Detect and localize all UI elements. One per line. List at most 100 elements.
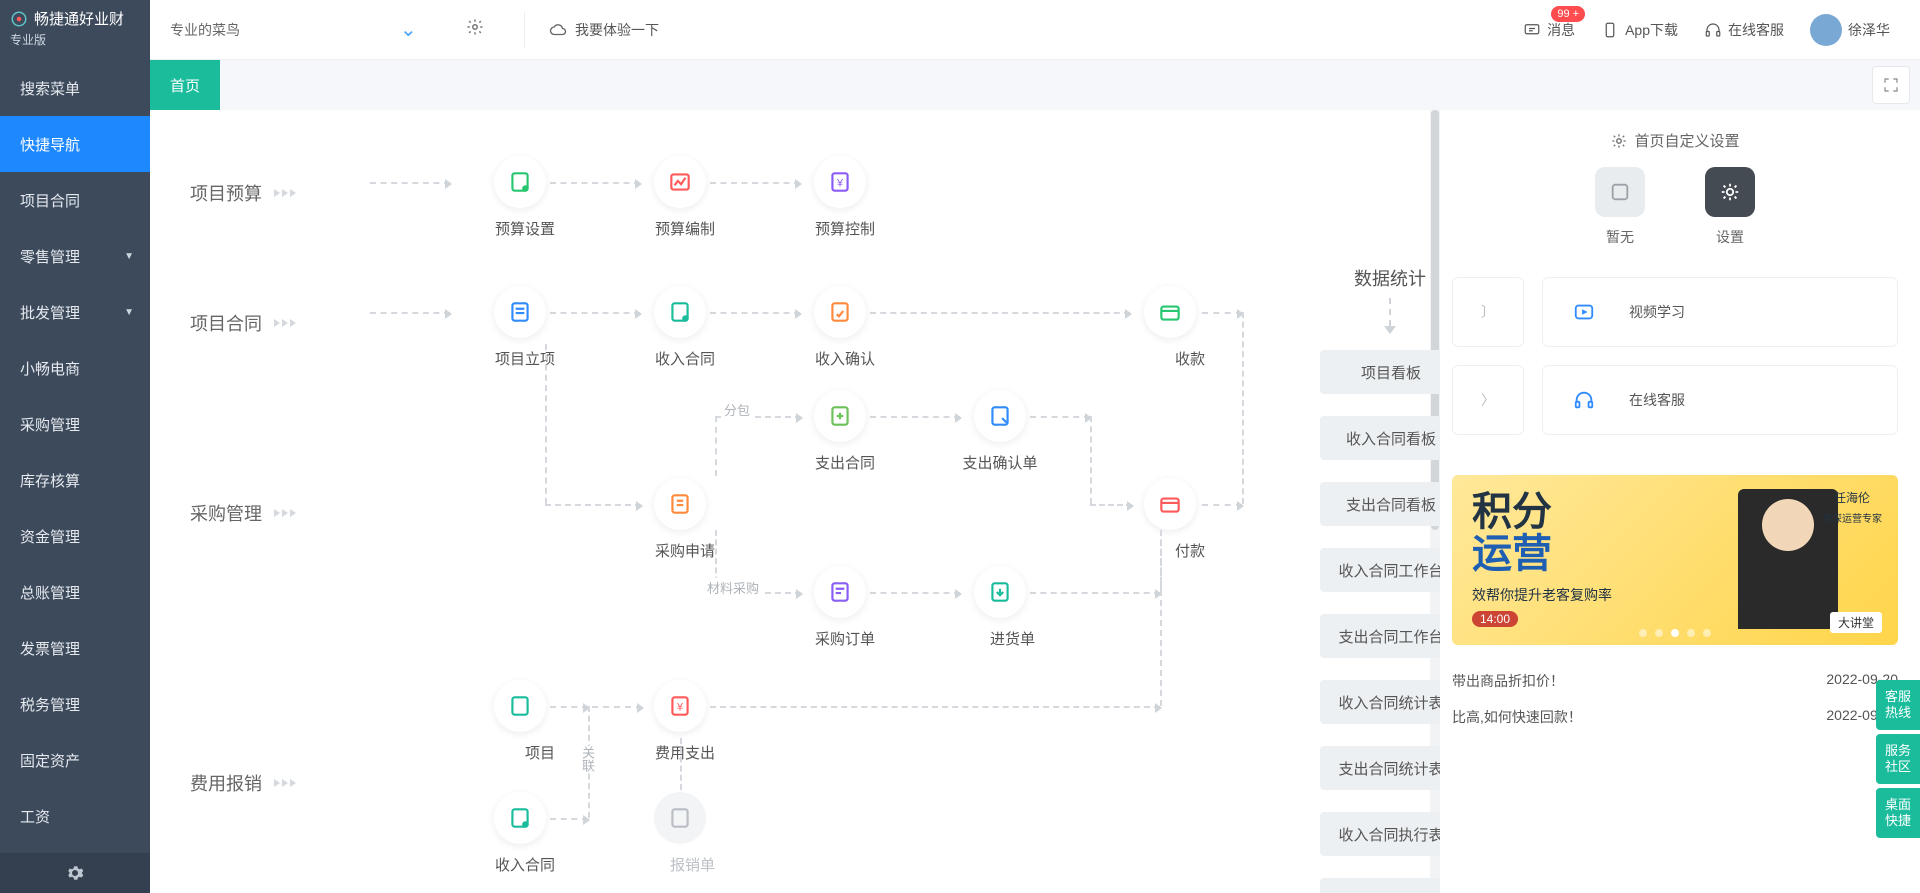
sidebar-item-8[interactable]: 资金管理 xyxy=(0,508,150,564)
sidebar-item-3[interactable]: 零售管理▼ xyxy=(0,228,150,284)
float-tab-0[interactable]: 客服热线 xyxy=(1876,680,1920,730)
avatar xyxy=(1810,14,1842,46)
tile-none[interactable]: 暂无 xyxy=(1595,167,1645,247)
node-income-contract[interactable]: 收入合同 xyxy=(645,286,715,369)
sidebar-item-2[interactable]: 项目合同 xyxy=(0,172,150,228)
messages-label: 消息 xyxy=(1547,20,1575,40)
stat-button-1[interactable]: 收入合同看板 xyxy=(1320,416,1440,460)
stat-button-5[interactable]: 收入合同统计表 xyxy=(1320,680,1440,724)
triangle-icon xyxy=(274,319,296,327)
node-purchase-request[interactable]: 采购申请 xyxy=(645,478,715,561)
card-stub-2[interactable]: 〉 xyxy=(1452,365,1524,435)
news-row-0[interactable]: 带出商品折扣价！2022-09-20 xyxy=(1452,663,1898,699)
app-download-label: App下载 xyxy=(1625,20,1678,40)
stat-button-7[interactable]: 收入合同执行表 xyxy=(1320,812,1440,856)
card-stub-1[interactable]: 〕 xyxy=(1452,277,1524,347)
user-name: 徐泽华 xyxy=(1848,20,1890,40)
placeholder-icon xyxy=(1609,181,1631,203)
brand-name: 畅捷通好业财 xyxy=(34,8,124,29)
node-receive[interactable]: 收款 xyxy=(1135,286,1205,369)
brand-logo-icon xyxy=(10,10,28,28)
banner-line1a: 积分 xyxy=(1472,490,1552,534)
node-budget-settings[interactable]: 预算设置 xyxy=(485,156,555,239)
news-title: 带出商品折扣价！ xyxy=(1452,671,1564,691)
news-row-1[interactable]: 比高,如何快速回款！2022-09-20 xyxy=(1452,699,1898,735)
user-menu[interactable]: 徐泽华 xyxy=(1810,14,1890,46)
float-tab-2[interactable]: 桌面快捷 xyxy=(1876,788,1920,838)
banner-line1b: 运营 xyxy=(1472,532,1552,576)
tile-settings[interactable]: 设置 xyxy=(1705,167,1755,247)
card-online-service[interactable]: 在线客服 xyxy=(1542,365,1898,435)
card-video-learning[interactable]: 视频学习 xyxy=(1542,277,1898,347)
right-panel-header[interactable]: 首页自定义设置 xyxy=(1440,130,1910,151)
node-income-contract-2[interactable]: 收入合同 xyxy=(485,792,555,875)
workflow-canvas: 项目预算 项目合同 采购管理 费用报销 预算设置 预算编制 ¥预算控制 项目立项… xyxy=(150,110,1440,893)
sidebar: 畅捷通好业财 专业版 搜索菜单快捷导航项目合同零售管理▼批发管理▼小畅电商采购管… xyxy=(0,0,150,893)
headset-icon xyxy=(1704,21,1722,39)
workspace-settings-button[interactable] xyxy=(466,18,484,41)
node-budget-make[interactable]: 预算编制 xyxy=(645,156,715,239)
try-experience-label: 我要体验一下 xyxy=(575,20,659,40)
messages-button[interactable]: 消息 99 + xyxy=(1523,20,1575,40)
float-tab-1[interactable]: 服务社区 xyxy=(1876,734,1920,784)
banner-time: 14:00 xyxy=(1472,611,1518,627)
row-label-budget: 项目预算 xyxy=(190,180,296,206)
try-experience-button[interactable]: 我要体验一下 xyxy=(524,12,659,48)
sidebar-item-7[interactable]: 库存核算 xyxy=(0,452,150,508)
top-right-group: 消息 99 + App下载 在线客服 徐泽华 xyxy=(1523,14,1890,46)
brand-block: 畅捷通好业财 专业版 xyxy=(0,0,150,60)
right-panel: 首页自定义设置 暂无 设置 〕 视频学习 〉 在线客服 积分运营 xyxy=(1440,110,1910,893)
caret-down-icon: ▼ xyxy=(124,251,134,262)
node-purchase-order[interactable]: 采购订单 xyxy=(805,566,875,649)
tile-settings-label: 设置 xyxy=(1705,227,1755,247)
scrollbar-thumb[interactable] xyxy=(1431,110,1439,530)
stat-button-0[interactable]: 项目看板 xyxy=(1320,350,1440,394)
node-goods-in[interactable]: 进货单 xyxy=(965,566,1035,649)
card-video-label: 视频学习 xyxy=(1629,302,1685,322)
news-list: 带出商品折扣价！2022-09-20比高,如何快速回款！2022-09-20 xyxy=(1452,663,1898,735)
sidebar-item-4[interactable]: 批发管理▼ xyxy=(0,284,150,340)
stat-button-4[interactable]: 支出合同工作台 xyxy=(1320,614,1440,658)
tab-home[interactable]: 首页 xyxy=(150,60,220,110)
gear-icon xyxy=(66,864,84,882)
node-pay[interactable]: 付款 xyxy=(1135,478,1205,561)
workspace-selector[interactable]: 专业的菜鸟 ⌄ xyxy=(170,17,450,42)
gear-icon xyxy=(1610,132,1628,150)
gear-icon xyxy=(1719,181,1741,203)
right-panel-header-label: 首页自定义设置 xyxy=(1634,130,1739,151)
edge-label-relate: 关联 xyxy=(576,746,599,772)
promo-banner[interactable]: 积分运营 效帮你提升老客复购率 14:00 任海伦资深运营专家 大讲堂 xyxy=(1452,475,1898,645)
sidebar-item-5[interactable]: 小畅电商 xyxy=(0,340,150,396)
sidebar-item-0[interactable]: 搜索菜单 xyxy=(0,60,150,116)
headset-icon xyxy=(1567,383,1601,417)
stat-button-3[interactable]: 收入合同工作台 xyxy=(1320,548,1440,592)
sidebar-item-9[interactable]: 总账管理 xyxy=(0,564,150,620)
tab-strip: 首页 xyxy=(150,60,1920,110)
online-service-button[interactable]: 在线客服 xyxy=(1704,20,1784,40)
edge-label-subcontract: 分包 xyxy=(722,400,752,419)
sidebar-item-10[interactable]: 发票管理 xyxy=(0,620,150,676)
sidebar-item-6[interactable]: 采购管理 xyxy=(0,396,150,452)
workspace-name: 专业的菜鸟 xyxy=(170,20,240,40)
node-budget-control[interactable]: ¥预算控制 xyxy=(805,156,875,239)
fullscreen-button[interactable] xyxy=(1872,66,1910,104)
sidebar-settings-button[interactable] xyxy=(0,853,150,893)
tab-home-label: 首页 xyxy=(170,75,200,96)
sidebar-item-1[interactable]: 快捷导航 xyxy=(0,116,150,172)
sidebar-item-11[interactable]: 税务管理 xyxy=(0,676,150,732)
stat-button-2[interactable]: 支出合同看板 xyxy=(1320,482,1440,526)
float-tabs: 客服热线服务社区桌面快捷 xyxy=(1876,680,1920,838)
node-income-confirm[interactable]: 收入确认 xyxy=(805,286,875,369)
app-download-button[interactable]: App下载 xyxy=(1601,20,1678,40)
stat-button-6[interactable]: 支出合同统计表 xyxy=(1320,746,1440,790)
stat-button-8[interactable]: 项目预算执行表 xyxy=(1320,878,1440,893)
sidebar-item-13[interactable]: 工资 xyxy=(0,788,150,844)
sidebar-item-12[interactable]: 固定资产 xyxy=(0,732,150,788)
node-reimburse[interactable]: 报销单 xyxy=(645,792,715,875)
node-out-confirm[interactable]: 支出确认单 xyxy=(965,390,1035,473)
row-label-contract: 项目合同 xyxy=(190,310,296,336)
node-project[interactable]: 项目 xyxy=(485,680,555,763)
chat-icon xyxy=(1523,21,1541,39)
node-out-contract[interactable]: 支出合同 xyxy=(805,390,875,473)
carousel-dots[interactable] xyxy=(1639,629,1711,637)
